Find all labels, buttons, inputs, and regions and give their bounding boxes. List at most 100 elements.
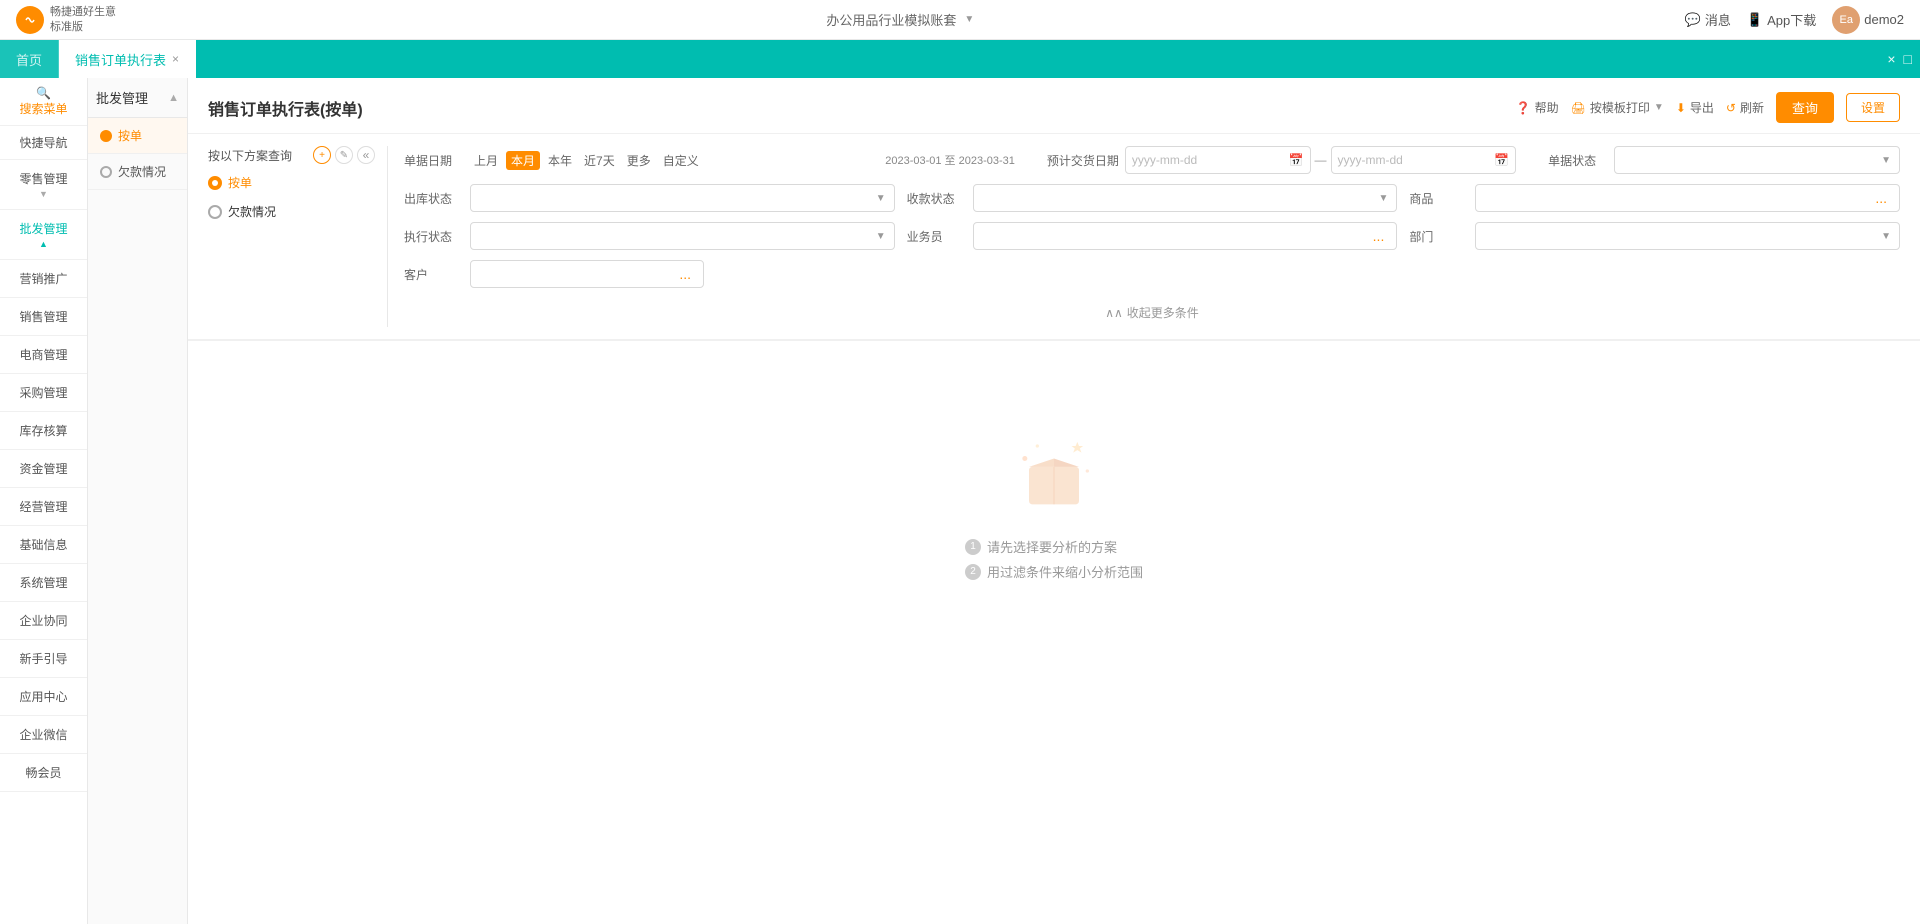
tab-close-btn[interactable]: × [1887,51,1895,67]
exec-status-select[interactable]: ▼ [470,222,895,250]
scheme-item-anpai[interactable]: 按单 [208,172,375,193]
filter-section: 按以下方案查询 + ✎ « 按单 [188,134,1920,340]
refresh-icon: ↺ [1726,101,1736,115]
help-btn[interactable]: ❓ 帮助 [1516,99,1559,116]
page-content: 销售订单执行表(按单) ❓ 帮助 🖨 按模板打印 ▼ ⬇ 导出 [188,78,1920,924]
anpai-icon [100,130,112,142]
collapse-scheme-btn[interactable]: « [357,146,375,164]
date-label: 单据日期 [404,152,464,169]
sidebar-item-enterprise[interactable]: 企业协同 [0,602,87,640]
sub-sidebar-collapse-icon[interactable]: ▲ [168,92,179,104]
refresh-btn[interactable]: ↺ 刷新 [1726,99,1764,116]
salesman-label: 业务员 [907,228,967,245]
message-icon: 💬 [1685,12,1701,28]
sidebar-item-basic[interactable]: 基础信息 [0,526,87,564]
filter-row-2: 出库状态 ▼ 收款状态 ▼ [404,184,1900,212]
tab-home[interactable]: 首页 [0,40,59,78]
sidebar-item-appstore[interactable]: 应用中心 [0,678,87,716]
order-status-select[interactable]: ▼ [1614,146,1900,174]
filter-row-1: 单据日期 上月 本月 本年 近7天 更多 自定义 2023-03-01 至 20… [404,146,1900,174]
sidebar-item-wechat[interactable]: 企业微信 [0,716,87,754]
tab-maximize-btn[interactable]: □ [1904,51,1912,67]
sub-sidebar-item-qiankuan[interactable]: 欠款情况 [88,154,187,190]
tip-num-2: 2 [965,564,981,580]
customer-select[interactable]: ... [470,260,704,288]
tip-num-1: 1 [965,539,981,555]
tab-sales-exec[interactable]: 销售订单执行表 × [59,40,196,78]
sidebar-item-business[interactable]: 经营管理 [0,488,87,526]
empty-illustration [1004,421,1104,521]
sidebar-item-marketing[interactable]: 营销推广 [0,260,87,298]
sub-sidebar-header: 批发管理 ▲ [88,78,187,118]
scheme-dot-active [208,176,222,190]
message-btn[interactable]: 💬 消息 [1685,10,1731,29]
sidebar-item-finance[interactable]: 资金管理 [0,450,87,488]
custom-btn[interactable]: 自定义 [659,152,703,169]
goods-select[interactable]: ... [1475,184,1900,212]
sidebar-item-purchase[interactable]: 采购管理 [0,374,87,412]
industry-selector[interactable]: 办公用品行业模拟账套 ▼ [826,10,974,29]
tab-close-icon[interactable]: × [172,52,179,66]
export-btn[interactable]: ⬇ 导出 [1676,99,1714,116]
sidebar-item-wholesale[interactable]: 批发管理 ▲ [0,210,87,260]
sidebar-quick-nav[interactable]: 快捷导航 [0,126,87,160]
filter-scheme: 按以下方案查询 + ✎ « 按单 [208,146,388,327]
this-month-btn[interactable]: 本月 [506,151,540,170]
sub-sidebar-item-anpai[interactable]: 按单 [88,118,187,154]
salesman-select[interactable]: ... [973,222,1398,250]
date-to-input[interactable]: yyyy-mm-dd 📅 [1331,146,1517,174]
date-from-input[interactable]: yyyy-mm-dd 📅 [1125,146,1311,174]
app-download-btn[interactable]: 📱 App下载 [1747,10,1816,29]
more-btn[interactable]: 更多 [623,152,655,169]
sidebar-item-retail[interactable]: 零售管理 ▼ [0,160,87,210]
download-icon: 📱 [1747,12,1763,28]
sidebar-item-sales[interactable]: 销售管理 [0,298,87,336]
sales-exec-tab-label: 销售订单执行表 [75,50,166,69]
payment-dropdown-icon: ▼ [1378,193,1388,204]
user-menu[interactable]: Ea demo2 [1832,6,1904,34]
top-bar-left: 畅捷通好生意 标准版 [16,5,116,34]
last7days-btn[interactable]: 近7天 [580,152,619,169]
main-layout: 🔍 搜索菜单 快捷导航 零售管理 ▼ 批发管理 ▲ 营销推广 销售管理 电商管理… [0,78,1920,924]
date-separator: — [1315,153,1327,167]
goods-dots[interactable]: ... [1871,190,1891,206]
home-tab-label: 首页 [16,50,42,69]
sidebar-item-ecommerce[interactable]: 电商管理 [0,336,87,374]
scheme-item-qiankuan[interactable]: 欠款情况 [208,201,375,222]
last-month-btn[interactable]: 上月 [470,152,502,169]
dept-select[interactable]: ▼ [1475,222,1900,250]
logo-text: 畅捷通好生意 标准版 [50,5,116,34]
expected-date-label: 预计交货日期 [1047,152,1119,169]
customer-dots[interactable]: ... [675,266,695,282]
ship-status-select[interactable]: ▼ [470,184,895,212]
print-btn[interactable]: 🖨 按模板打印 ▼ [1571,99,1664,116]
collapse-filter-btn[interactable]: ∧∧ 收起更多条件 [404,298,1900,327]
top-bar-right: 💬 消息 📱 App下载 Ea demo2 [1685,6,1904,34]
filter-row-4: 客户 ... [404,260,1900,288]
top-bar: 畅捷通好生意 标准版 办公用品行业模拟账套 ▼ 💬 消息 📱 App下载 Ea … [0,0,1920,40]
sidebar-item-newuser[interactable]: 新手引导 [0,640,87,678]
order-status-label: 单据状态 [1548,152,1608,169]
ship-status-label: 出库状态 [404,190,464,207]
sidebar-item-system[interactable]: 系统管理 [0,564,87,602]
this-year-btn[interactable]: 本年 [544,152,576,169]
ship-dropdown-icon: ▼ [876,193,886,204]
filter-expected-date-field: 预计交货日期 yyyy-mm-dd 📅 — yyyy-mm-dd 📅 [1047,146,1516,174]
query-btn[interactable]: 查询 [1776,92,1834,123]
sidebar-item-inventory[interactable]: 库存核算 [0,412,87,450]
payment-status-select[interactable]: ▼ [973,184,1398,212]
filter-customer-field: 客户 ... [404,260,704,288]
exec-status-label: 执行状态 [404,228,464,245]
add-scheme-btn[interactable]: + [313,146,331,164]
chevron-down-icon: ▼ [39,189,48,199]
empty-tip-1: 1 请先选择要分析的方案 [965,537,1143,556]
print-dropdown-icon: ▼ [1654,102,1664,113]
export-icon: ⬇ [1676,101,1686,115]
page-actions: ❓ 帮助 🖨 按模板打印 ▼ ⬇ 导出 ↺ 刷新 [1516,92,1900,123]
logo-area: 畅捷通好生意 标准版 [16,5,116,34]
salesman-dots[interactable]: ... [1369,228,1389,244]
edit-scheme-btn[interactable]: ✎ [335,146,353,164]
sidebar-item-member[interactable]: 畅会员 [0,754,87,792]
setting-btn[interactable]: 设置 [1846,93,1900,122]
sidebar-search[interactable]: 🔍 搜索菜单 [0,78,87,126]
